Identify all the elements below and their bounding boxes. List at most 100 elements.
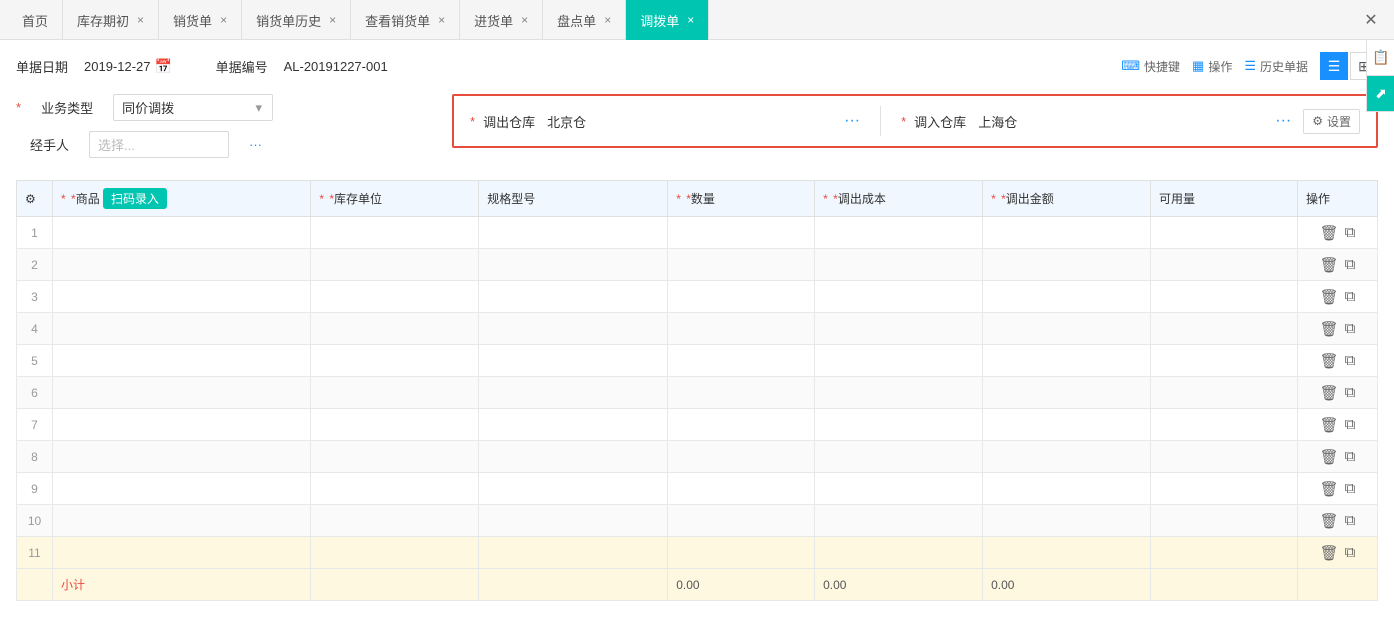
spec-cell-10[interactable] bbox=[479, 505, 668, 537]
copy-icon-9[interactable]: ⧉ bbox=[1345, 480, 1356, 497]
unit-cell-4[interactable] bbox=[311, 313, 479, 345]
business-type-select[interactable]: 同价调拨 ▾ bbox=[113, 94, 273, 121]
qty-cell-6[interactable] bbox=[668, 377, 815, 409]
amount-cell-1[interactable] bbox=[983, 217, 1151, 249]
delete-icon-3[interactable]: 🗑 bbox=[1320, 288, 1339, 306]
warehouse-out-more-button[interactable]: ··· bbox=[844, 112, 860, 130]
spec-cell-2[interactable] bbox=[479, 249, 668, 281]
avail-cell-6[interactable] bbox=[1151, 377, 1298, 409]
unit-cell-11[interactable] bbox=[311, 537, 479, 569]
cost-cell-9[interactable] bbox=[815, 473, 983, 505]
tab-close-transfer[interactable]: × bbox=[687, 13, 694, 27]
unit-cell-1[interactable] bbox=[311, 217, 479, 249]
cost-cell-1[interactable] bbox=[815, 217, 983, 249]
copy-icon-11[interactable]: ⧉ bbox=[1345, 544, 1356, 561]
tab-item-stocktake[interactable]: 盘点单× bbox=[543, 0, 626, 40]
cost-cell-3[interactable] bbox=[815, 281, 983, 313]
qty-cell-2[interactable] bbox=[668, 249, 815, 281]
close-all-button[interactable]: ✕ bbox=[1356, 5, 1386, 35]
product-cell-2[interactable] bbox=[53, 249, 311, 281]
tab-close-sales-order[interactable]: × bbox=[220, 13, 227, 27]
avail-cell-5[interactable] bbox=[1151, 345, 1298, 377]
unit-cell-3[interactable] bbox=[311, 281, 479, 313]
tab-close-view-sales[interactable]: × bbox=[438, 13, 445, 27]
copy-icon-8[interactable]: ⧉ bbox=[1345, 448, 1356, 465]
spec-cell-8[interactable] bbox=[479, 441, 668, 473]
delete-icon-4[interactable]: 🗑 bbox=[1320, 320, 1339, 338]
shortcut-link[interactable]: ⌨ 快捷键 bbox=[1121, 58, 1180, 75]
tab-item-purchase-order[interactable]: 进货单× bbox=[460, 0, 543, 40]
amount-cell-3[interactable] bbox=[983, 281, 1151, 313]
list-view-button[interactable]: ☰ bbox=[1320, 52, 1348, 80]
qty-cell-9[interactable] bbox=[668, 473, 815, 505]
scan-entry-button[interactable]: 扫码录入 bbox=[103, 188, 167, 209]
delete-icon-2[interactable]: 🗑 bbox=[1320, 256, 1339, 274]
person-select[interactable]: 选择... bbox=[89, 131, 229, 158]
unit-cell-6[interactable] bbox=[311, 377, 479, 409]
amount-cell-7[interactable] bbox=[983, 409, 1151, 441]
avail-cell-10[interactable] bbox=[1151, 505, 1298, 537]
amount-cell-10[interactable] bbox=[983, 505, 1151, 537]
qty-cell-3[interactable] bbox=[668, 281, 815, 313]
tab-item-inventory-init[interactable]: 库存期初× bbox=[63, 0, 159, 40]
avail-cell-4[interactable] bbox=[1151, 313, 1298, 345]
tab-close-sales-history[interactable]: × bbox=[329, 13, 336, 27]
copy-icon-4[interactable]: ⧉ bbox=[1345, 320, 1356, 337]
unit-cell-5[interactable] bbox=[311, 345, 479, 377]
product-cell-5[interactable] bbox=[53, 345, 311, 377]
copy-icon-6[interactable]: ⧉ bbox=[1345, 384, 1356, 401]
tab-close-inventory-init[interactable]: × bbox=[137, 13, 144, 27]
avail-cell-7[interactable] bbox=[1151, 409, 1298, 441]
product-cell-11[interactable] bbox=[53, 537, 311, 569]
cost-cell-7[interactable] bbox=[815, 409, 983, 441]
settings-button[interactable]: ⚙ 设置 bbox=[1303, 109, 1360, 134]
amount-cell-11[interactable] bbox=[983, 537, 1151, 569]
copy-icon-7[interactable]: ⧉ bbox=[1345, 416, 1356, 433]
tab-item-transfer[interactable]: 调拨单× bbox=[626, 0, 709, 40]
qty-cell-11[interactable] bbox=[668, 537, 815, 569]
tab-close-stocktake[interactable]: × bbox=[604, 13, 611, 27]
tab-item-view-sales[interactable]: 查看销货单× bbox=[351, 0, 460, 40]
qty-cell-1[interactable] bbox=[668, 217, 815, 249]
avail-cell-8[interactable] bbox=[1151, 441, 1298, 473]
avail-cell-9[interactable] bbox=[1151, 473, 1298, 505]
cost-cell-5[interactable] bbox=[815, 345, 983, 377]
copy-icon-2[interactable]: ⧉ bbox=[1345, 256, 1356, 273]
product-cell-9[interactable] bbox=[53, 473, 311, 505]
tab-item-sales-order[interactable]: 销货单× bbox=[159, 0, 242, 40]
delete-icon-7[interactable]: 🗑 bbox=[1320, 416, 1339, 434]
delete-icon-11[interactable]: 🗑 bbox=[1320, 544, 1339, 562]
qty-cell-7[interactable] bbox=[668, 409, 815, 441]
amount-cell-5[interactable] bbox=[983, 345, 1151, 377]
panel-list-button[interactable]: 📋 bbox=[1367, 40, 1394, 76]
unit-cell-9[interactable] bbox=[311, 473, 479, 505]
delete-icon-8[interactable]: 🗑 bbox=[1320, 448, 1339, 466]
product-cell-8[interactable] bbox=[53, 441, 311, 473]
qty-cell-10[interactable] bbox=[668, 505, 815, 537]
cost-cell-10[interactable] bbox=[815, 505, 983, 537]
amount-cell-6[interactable] bbox=[983, 377, 1151, 409]
delete-icon-5[interactable]: 🗑 bbox=[1320, 352, 1339, 370]
product-cell-1[interactable] bbox=[53, 217, 311, 249]
qty-cell-8[interactable] bbox=[668, 441, 815, 473]
cost-cell-2[interactable] bbox=[815, 249, 983, 281]
copy-icon-1[interactable]: ⧉ bbox=[1345, 224, 1356, 241]
copy-icon-5[interactable]: ⧉ bbox=[1345, 352, 1356, 369]
avail-cell-11[interactable] bbox=[1151, 537, 1298, 569]
product-cell-10[interactable] bbox=[53, 505, 311, 537]
copy-icon-3[interactable]: ⧉ bbox=[1345, 288, 1356, 305]
spec-cell-6[interactable] bbox=[479, 377, 668, 409]
cost-cell-11[interactable] bbox=[815, 537, 983, 569]
product-cell-3[interactable] bbox=[53, 281, 311, 313]
cost-cell-4[interactable] bbox=[815, 313, 983, 345]
unit-cell-2[interactable] bbox=[311, 249, 479, 281]
operations-link[interactable]: ▦ 操作 bbox=[1192, 58, 1232, 75]
delete-icon-10[interactable]: 🗑 bbox=[1320, 512, 1339, 530]
unit-cell-8[interactable] bbox=[311, 441, 479, 473]
tab-close-purchase-order[interactable]: × bbox=[521, 13, 528, 27]
amount-cell-9[interactable] bbox=[983, 473, 1151, 505]
cost-cell-8[interactable] bbox=[815, 441, 983, 473]
unit-cell-7[interactable] bbox=[311, 409, 479, 441]
spec-cell-9[interactable] bbox=[479, 473, 668, 505]
col-settings[interactable]: ⚙ bbox=[17, 181, 53, 217]
